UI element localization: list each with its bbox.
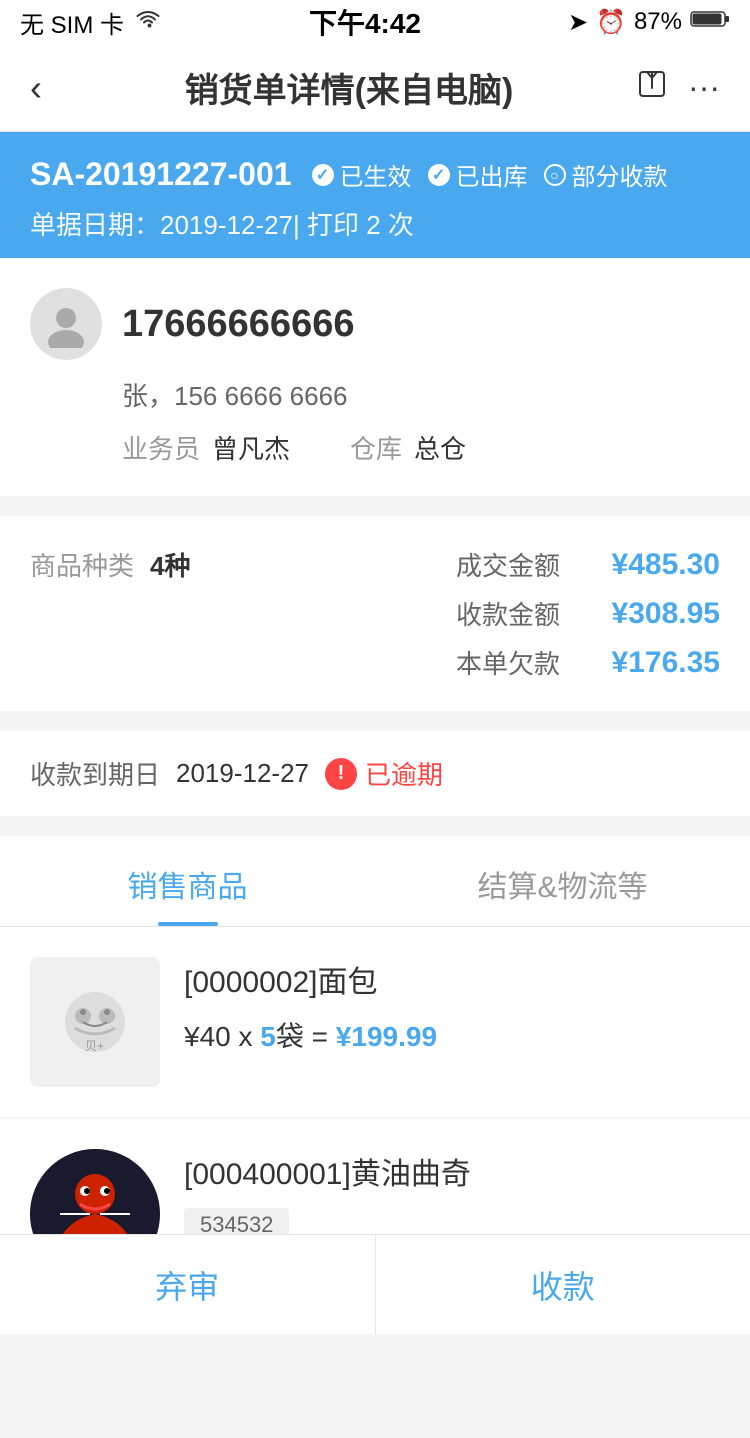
bottom-bar: 弃审 收款 — [0, 1234, 750, 1334]
customer-name: 17666666666 — [122, 303, 354, 346]
nav-actions: ··· — [636, 68, 720, 108]
warehouse-value: 总仓 — [414, 429, 466, 466]
alarm-icon: ⏰ — [596, 8, 626, 37]
stats-right: 成交金额 ¥485.30 收款金额 ¥308.95 本单欠款 ¥176.35 — [456, 546, 720, 681]
wifi-icon — [134, 8, 162, 36]
print-info: | 打印 2 次 — [293, 210, 414, 240]
battery-label: 87% — [634, 8, 682, 36]
tab-sales-products[interactable]: 销售商品 — [0, 836, 375, 926]
category-value: 4种 — [150, 546, 190, 583]
received-amount-value: ¥308.95 — [580, 597, 720, 631]
order-id: SA-20191227-001 — [30, 156, 292, 193]
tabs-section: 销售商品 结算&物流等 — [0, 836, 750, 927]
category-label: 商品种类 — [30, 546, 134, 583]
check-icon-1: ✓ — [312, 164, 334, 186]
due-section: 收款到期日 2019-12-27 ! 已逾期 — [0, 731, 750, 816]
status-left: 无 SIM 卡 — [20, 5, 162, 40]
deal-amount-label: 成交金额 — [456, 546, 560, 583]
separator-1 — [0, 506, 750, 516]
separator-2 — [0, 721, 750, 731]
product-equals-1: = — [304, 1021, 336, 1052]
product-unit-1: 袋 — [276, 1021, 304, 1052]
debt-amount-value: ¥176.35 — [580, 646, 720, 680]
warehouse-label: 仓库 — [350, 429, 402, 466]
nav-bar: ‹ 销货单详情(来自电脑) ··· — [0, 44, 750, 132]
more-button[interactable]: ··· — [688, 69, 720, 106]
status-right: ➤ ⏰ 87% — [568, 8, 730, 37]
due-date-label: 收款到期日 — [30, 755, 160, 792]
svg-text:贝+: 贝+ — [85, 1039, 104, 1053]
product-price-row-1: ¥40 x 5袋 = ¥199.99 — [184, 1015, 720, 1055]
bottom-spacer — [0, 1328, 750, 1438]
clock-icon: ○ — [544, 164, 566, 186]
deal-amount-value: ¥485.30 — [580, 548, 720, 582]
separator-3 — [0, 826, 750, 836]
received-amount-row: 收款金额 ¥308.95 — [456, 595, 720, 632]
stats-left: 商品种类 4种 — [30, 546, 190, 583]
tabs-row: 销售商品 结算&物流等 — [0, 836, 750, 927]
overdue-badge: ! 已逾期 — [325, 755, 443, 792]
customer-sub: 张，156 6666 6666 — [122, 376, 720, 413]
tab-settlement[interactable]: 结算&物流等 — [375, 836, 750, 926]
debt-amount-row: 本单欠款 ¥176.35 — [456, 644, 720, 681]
overdue-text: 已逾期 — [365, 755, 443, 792]
product-name-2: [000400001]黄油曲奇 — [184, 1149, 720, 1193]
product-qty-1: 5 — [260, 1021, 276, 1052]
overdue-icon: ! — [325, 758, 357, 790]
status-badge-3: ○ 部分收款 — [544, 157, 668, 192]
product-card-1: 贝+ [0000002]面包 ¥40 x 5袋 = ¥199.99 — [0, 927, 750, 1117]
product-name-1: [0000002]面包 — [184, 957, 720, 1001]
carrier-label: 无 SIM 卡 — [20, 5, 124, 40]
salesperson-info: 业务员 曾凡杰 — [122, 429, 290, 466]
status-time: 下午4:42 — [309, 2, 421, 42]
cancel-audit-button[interactable]: 弃审 — [0, 1235, 376, 1334]
salesperson-value: 曾凡杰 — [212, 429, 290, 466]
share-button[interactable] — [636, 68, 668, 108]
status-badges: ✓ 已生效 ✓ 已出库 ○ 部分收款 — [312, 157, 668, 192]
page-title: 销货单详情(来自电脑) — [62, 63, 636, 112]
category-row: 商品种类 4种 — [30, 546, 190, 583]
deal-amount-row: 成交金额 ¥485.30 — [456, 546, 720, 583]
status-bar: 无 SIM 卡 下午4:42 ➤ ⏰ 87% — [0, 0, 750, 44]
product-image-1: 贝+ — [30, 957, 160, 1087]
warehouse-info: 仓库 总仓 — [350, 429, 466, 466]
collect-payment-button[interactable]: 收款 — [376, 1235, 750, 1334]
customer-row: 17666666666 — [30, 288, 720, 360]
salesperson-label: 业务员 — [122, 429, 200, 466]
stats-section: 商品种类 4种 成交金额 ¥485.30 收款金额 ¥308.95 本单欠款 ¥… — [0, 516, 750, 711]
back-button[interactable]: ‹ — [30, 67, 62, 109]
avatar — [30, 288, 102, 360]
battery-icon — [690, 8, 730, 36]
order-date: 2019-12-27 — [160, 210, 293, 240]
product-total-1: ¥199.99 — [336, 1021, 437, 1052]
location-icon: ➤ — [568, 8, 588, 37]
status-badge-2: ✓ 已出库 — [428, 157, 528, 192]
due-date-value: 2019-12-27 — [176, 758, 309, 789]
customer-info-row: 业务员 曾凡杰 仓库 总仓 — [122, 429, 720, 466]
product-info-1: [0000002]面包 ¥40 x 5袋 = ¥199.99 — [184, 957, 720, 1055]
date-label: 单据日期： — [30, 210, 160, 240]
debt-amount-label: 本单欠款 — [456, 644, 560, 681]
customer-section: 17666666666 张，156 6666 6666 业务员 曾凡杰 仓库 总… — [0, 258, 750, 496]
product-price-1: ¥40 x — [184, 1021, 260, 1052]
check-icon-2: ✓ — [428, 164, 450, 186]
header-banner: SA-20191227-001 ✓ 已生效 ✓ 已出库 ○ 部分收款 单据日期：… — [0, 132, 750, 258]
received-amount-label: 收款金额 — [456, 595, 560, 632]
banner-row1: SA-20191227-001 ✓ 已生效 ✓ 已出库 ○ 部分收款 — [30, 156, 720, 193]
banner-date-row: 单据日期：2019-12-27| 打印 2 次 — [30, 205, 720, 242]
status-badge-1: ✓ 已生效 — [312, 157, 412, 192]
